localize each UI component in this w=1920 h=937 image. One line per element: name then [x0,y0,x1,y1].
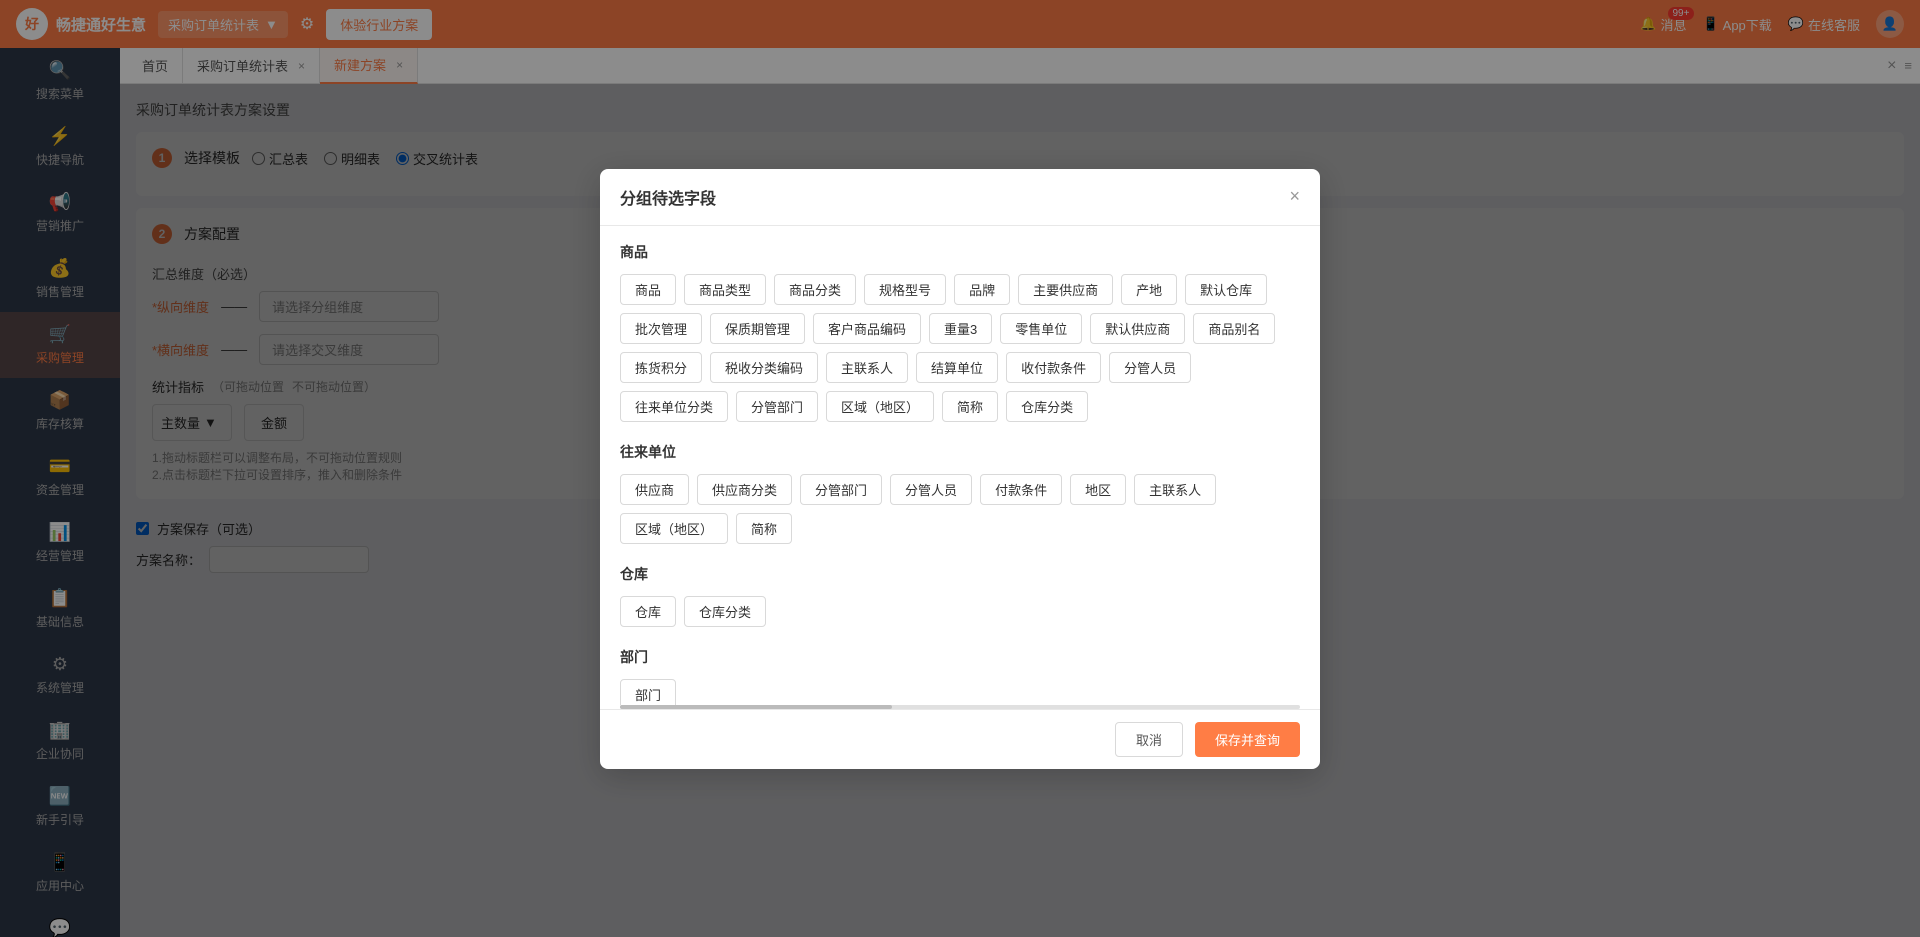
horizontal-scrollbar[interactable] [620,705,1300,709]
modal-title: 分组待选字段 [620,185,716,209]
field-tag-dept2[interactable]: 分管部门 [800,474,882,505]
field-tag-origin[interactable]: 产地 [1121,274,1177,305]
section-warehouse-fields: 仓库 仓库分类 [620,596,1300,627]
field-tag-main-supplier[interactable]: 主要供应商 [1018,274,1113,305]
field-tag-region2[interactable]: 区域（地区） [620,513,728,544]
field-tag-default-supplier[interactable]: 默认供应商 [1090,313,1185,344]
field-tag-main-contact2[interactable]: 主联系人 [1134,474,1216,505]
field-tag-abbr[interactable]: 简称 [942,391,998,422]
field-tag-supervisor[interactable]: 分管人员 [1109,352,1191,383]
section-department: 部门 部门 [620,647,1300,705]
field-tag-dept[interactable]: 分管部门 [736,391,818,422]
cancel-button[interactable]: 取消 [1115,722,1183,757]
field-tag-shelf-life[interactable]: 保质期管理 [710,313,805,344]
field-tag-abbr2[interactable]: 简称 [736,513,792,544]
field-tag-supplier[interactable]: 供应商 [620,474,689,505]
field-tag-weight3[interactable]: 重量3 [929,313,992,344]
section-product-title: 商品 [620,242,1300,262]
field-tag-pick-points[interactable]: 拣货积分 [620,352,702,383]
modal-close-button[interactable]: × [1289,186,1300,207]
section-warehouse-title: 仓库 [620,564,1300,584]
field-tag-default-warehouse[interactable]: 默认仓库 [1185,274,1267,305]
field-tag-spec-model[interactable]: 规格型号 [864,274,946,305]
field-select-modal: 分组待选字段 × 商品 商品 商品类型 商品分类 规格型号 品牌 主要供应商 产… [600,169,1320,769]
field-tag-main-contact[interactable]: 主联系人 [826,352,908,383]
section-product: 商品 商品 商品类型 商品分类 规格型号 品牌 主要供应商 产地 默认仓库 批次… [620,242,1300,422]
section-department-fields: 部门 [620,679,1300,705]
field-tag-product-type[interactable]: 商品类型 [684,274,766,305]
field-tag-warehouse-category[interactable]: 仓库分类 [1006,391,1088,422]
field-tag-area[interactable]: 地区 [1070,474,1126,505]
field-tag-department[interactable]: 部门 [620,679,676,705]
scrollbar-thumb [620,705,892,709]
field-tag-product-category[interactable]: 商品分类 [774,274,856,305]
field-tag-retail-unit[interactable]: 零售单位 [1000,313,1082,344]
field-tag-customer-code[interactable]: 客户商品编码 [813,313,921,344]
field-tag-settlement-unit[interactable]: 结算单位 [916,352,998,383]
field-tag-batch-mgmt[interactable]: 批次管理 [620,313,702,344]
field-tag-tax-code[interactable]: 税收分类编码 [710,352,818,383]
section-partner-fields: 供应商 供应商分类 分管部门 分管人员 付款条件 地区 主联系人 区域（地区） … [620,474,1300,544]
field-tag-product[interactable]: 商品 [620,274,676,305]
section-department-title: 部门 [620,647,1300,667]
field-tag-supplier-category[interactable]: 供应商分类 [697,474,792,505]
field-tag-region[interactable]: 区域（地区） [826,391,934,422]
field-tag-brand[interactable]: 品牌 [954,274,1010,305]
field-tag-warehouse[interactable]: 仓库 [620,596,676,627]
field-tag-supervisor2[interactable]: 分管人员 [890,474,972,505]
modal-overlay: 分组待选字段 × 商品 商品 商品类型 商品分类 规格型号 品牌 主要供应商 产… [0,0,1920,937]
section-partner-title: 往来单位 [620,442,1300,462]
field-tag-warehouse-cat[interactable]: 仓库分类 [684,596,766,627]
confirm-button[interactable]: 保存并查询 [1195,722,1300,757]
modal-header: 分组待选字段 × [600,169,1320,226]
section-warehouse: 仓库 仓库 仓库分类 [620,564,1300,627]
modal-body: 商品 商品 商品类型 商品分类 规格型号 品牌 主要供应商 产地 默认仓库 批次… [600,226,1320,705]
section-product-fields: 商品 商品类型 商品分类 规格型号 品牌 主要供应商 产地 默认仓库 批次管理 … [620,274,1300,422]
field-tag-alias[interactable]: 商品别名 [1193,313,1275,344]
section-partner: 往来单位 供应商 供应商分类 分管部门 分管人员 付款条件 地区 主联系人 区域… [620,442,1300,544]
field-tag-payment-cond[interactable]: 付款条件 [980,474,1062,505]
field-tag-partner-category[interactable]: 往来单位分类 [620,391,728,422]
field-tag-payment-terms[interactable]: 收付款条件 [1006,352,1101,383]
modal-footer: 取消 保存并查询 [600,709,1320,769]
